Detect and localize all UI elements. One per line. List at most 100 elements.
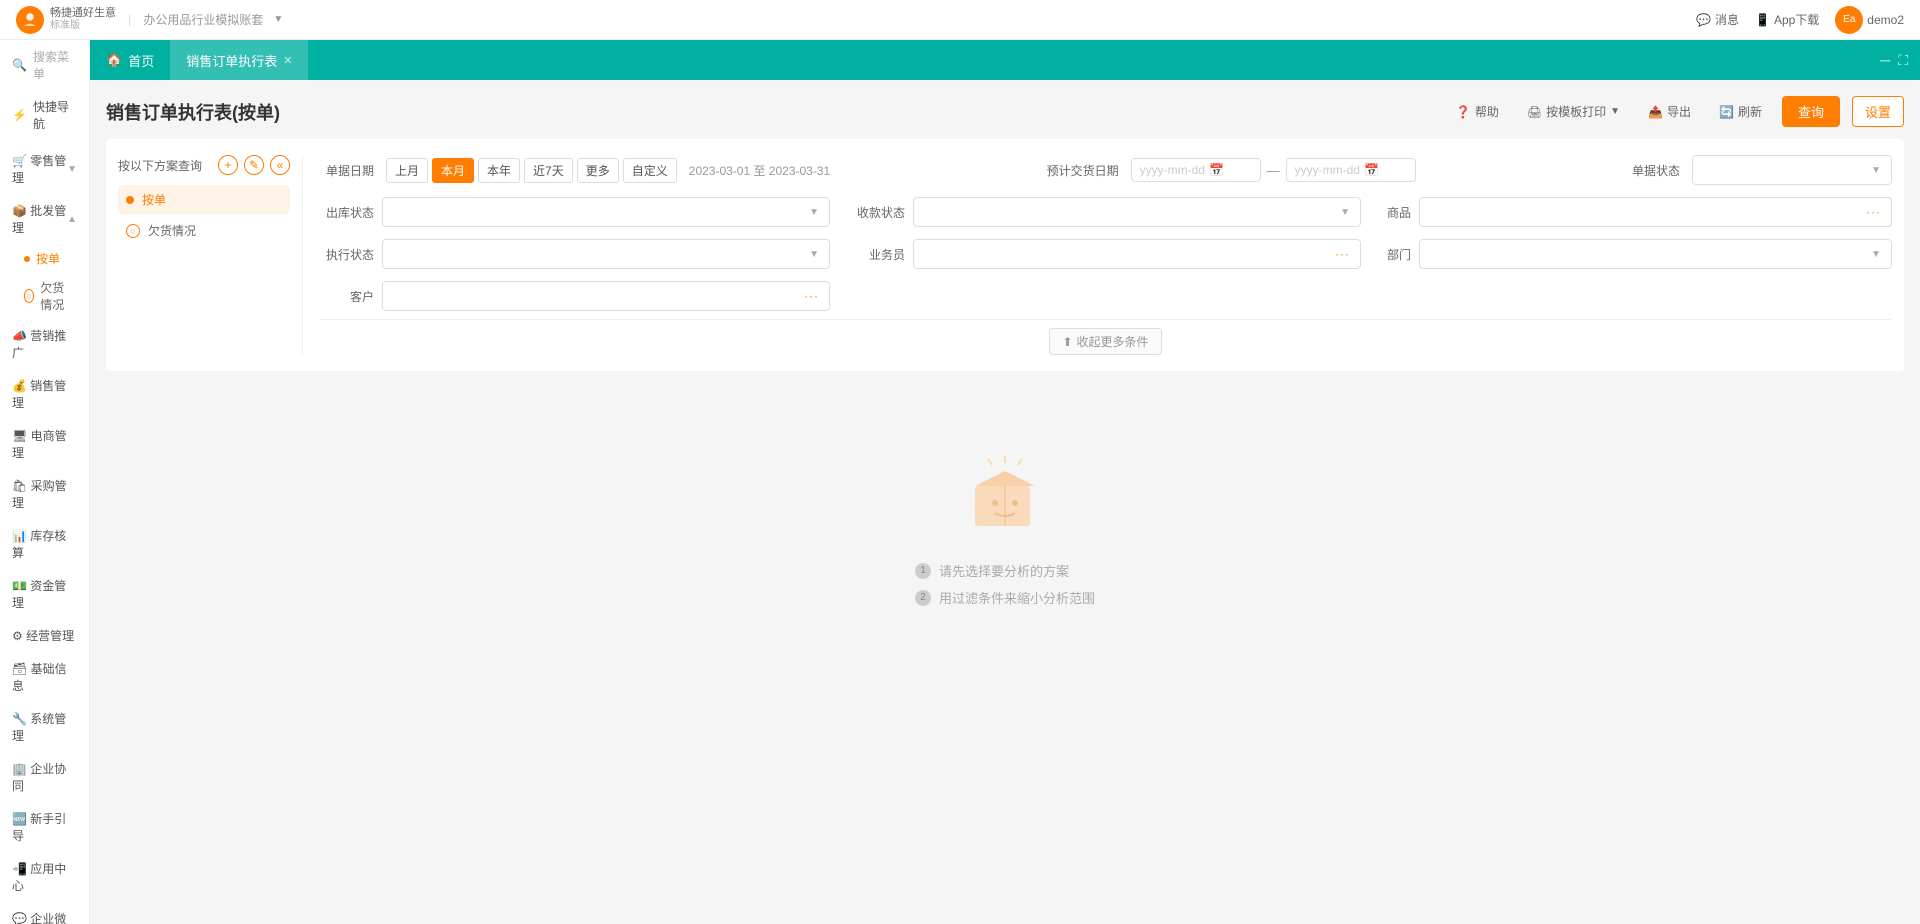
breadcrumb-dropdown-icon[interactable]: ▼	[273, 14, 283, 25]
delivery-date-end[interactable]: yyyy-mm-dd 📅	[1286, 158, 1416, 182]
salesperson-input[interactable]: ···	[913, 239, 1361, 269]
tab-minimize-icon[interactable]: ─	[1880, 52, 1890, 68]
date-btn-this-year[interactable]: 本年	[478, 158, 520, 183]
header-left: 畅捷通好生意 标准版 | 办公用品行业模拟账套 ▼	[16, 6, 283, 34]
breadcrumb: 办公用品行业模拟账套	[143, 11, 263, 28]
print-btn[interactable]: 🖨 按模板打印 ▼	[1519, 99, 1628, 124]
search-icon: 🔍	[12, 58, 27, 72]
retail-chevron-icon: ▼	[67, 164, 77, 175]
query-btn[interactable]: 查询	[1782, 96, 1840, 127]
date-btn-more[interactable]: 更多	[577, 158, 619, 183]
filter-row-2: 出库状态 ▼ 收款状态 ▼	[319, 197, 1892, 227]
filter-row-4: 客户 ···	[319, 281, 1892, 311]
sidebar-item-marketing[interactable]: 📣 营销推广	[0, 319, 89, 369]
sidebar-item-base[interactable]: 🗃 基础信息	[0, 652, 89, 702]
sidebar-item-sales[interactable]: 💰 销售管理	[0, 369, 89, 419]
scheme-dot-icon	[126, 196, 134, 204]
collapse-up-icon: ⬆	[1062, 335, 1072, 349]
tab-sales-order-exec[interactable]: 销售订单执行表 ✕	[170, 40, 308, 80]
help-btn[interactable]: ❓ 帮助	[1448, 99, 1507, 124]
settings-btn[interactable]: 设置	[1852, 96, 1904, 127]
sidebar-item-wechat[interactable]: 💬 企业微信	[0, 902, 89, 924]
tip-2-text: 用过滤条件来缩小分析范围	[939, 588, 1095, 607]
doc-status-select[interactable]: ▼	[1692, 155, 1892, 185]
collapse-btn[interactable]: ⬆ 收起更多条件	[1049, 328, 1161, 355]
app-download-icon: 📱	[1755, 13, 1770, 27]
dept-label: 部门	[1381, 246, 1411, 263]
sidebar-item-purchase[interactable]: 🛍 采购管理	[0, 469, 89, 519]
sidebar-subitem-orders[interactable]: 按单	[0, 244, 89, 273]
sidebar-search-menu[interactable]: 🔍 搜索菜单	[0, 40, 89, 90]
goods-input[interactable]: ···	[1419, 197, 1892, 227]
date-quick-buttons: 上月 本月 本年 近7天 更多 自定义	[386, 158, 677, 183]
message-icon: 💬	[1696, 13, 1711, 27]
tab-close-icon[interactable]: ✕	[283, 54, 292, 67]
sidebar-item-appcenter[interactable]: 📲 应用中心	[0, 852, 89, 902]
wholesale-chevron-icon: ▲	[67, 214, 77, 225]
refresh-icon: 🔄	[1719, 105, 1734, 119]
refresh-btn[interactable]: 🔄 刷新	[1711, 99, 1770, 124]
sidebar-quick-nav[interactable]: ⚡ 快捷导航	[0, 90, 89, 140]
sidebar-subitem-debt[interactable]: ○ 欠货情况	[0, 273, 89, 319]
sidebar-item-ops[interactable]: ⚙ 经营管理	[0, 619, 89, 652]
sidebar-item-sys[interactable]: 🔧 系统管理	[0, 702, 89, 752]
customer-input[interactable]: ···	[382, 281, 830, 311]
quick-nav-icon: ⚡	[12, 108, 27, 122]
orders-dot-icon	[24, 256, 30, 262]
tab-expand-icon[interactable]: ⛶	[1898, 52, 1908, 69]
delivery-date-start[interactable]: yyyy-mm-dd 📅	[1131, 158, 1261, 182]
goods-label: 商品	[1381, 204, 1411, 221]
scheme-collapse-btn[interactable]: «	[270, 155, 290, 175]
logo-icon	[16, 6, 44, 34]
home-icon: 🏠	[106, 52, 122, 68]
date-btn-7days[interactable]: 近7天	[524, 158, 573, 183]
empty-state-illustration	[960, 451, 1050, 541]
filter-item-ship: 出库状态 ▼	[319, 197, 830, 227]
goods-dots-icon: ···	[1866, 205, 1881, 219]
tab-home[interactable]: 🏠 首页	[90, 40, 170, 80]
scheme-item-orders[interactable]: 按单	[118, 185, 290, 214]
user-menu-btn[interactable]: Ea demo2	[1835, 6, 1904, 34]
filter-fields: 单据日期 上月 本月 本年 近7天 更多 自定义 2023-03-01 至 20…	[319, 155, 1892, 355]
filter-item-receipt: 收款状态 ▼	[850, 197, 1361, 227]
scheme-item-debt[interactable]: ○ 欠货情况	[118, 216, 290, 245]
sidebar-item-finance[interactable]: 💵 资金管理	[0, 569, 89, 619]
sidebar-item-stock[interactable]: 📊 库存核算	[0, 519, 89, 569]
scheme-panel-title: 按以下方案查询	[118, 157, 202, 174]
scheme-panel-header: 按以下方案查询 + ✎ «	[118, 155, 290, 175]
sidebar: 🔍 搜索菜单 ⚡ 快捷导航 🛒 零售管理 ▼ 📦 批发管理 ▲ 按单 ○	[0, 40, 90, 924]
sidebar-item-new[interactable]: 🆕 新手引导	[0, 802, 89, 852]
wholesale-sub-items: 按单 ○ 欠货情况	[0, 244, 89, 319]
sidebar-item-wholesale[interactable]: 📦 批发管理 ▲	[0, 194, 89, 244]
page-title: 销售订单执行表(按单)	[106, 99, 280, 125]
dept-select[interactable]: ▼	[1419, 239, 1892, 269]
scheme-add-btn[interactable]: +	[218, 155, 238, 175]
sidebar-item-corp[interactable]: 🏢 企业协同	[0, 752, 89, 802]
debt-circle-icon: ○	[24, 289, 34, 303]
doc-status-chevron-icon: ▼	[1871, 165, 1881, 176]
exec-status-select[interactable]: ▼	[382, 239, 830, 269]
app-download-btn[interactable]: 📱 App下载	[1755, 11, 1819, 28]
empty-state: 1 请先选择要分析的方案 2 用过滤条件来缩小分析范围	[106, 371, 1904, 687]
filter-row-3: 执行状态 ▼ 业务员 ···	[319, 239, 1892, 269]
export-icon: 📤	[1648, 105, 1663, 119]
scheme-panel: 按以下方案查询 + ✎ « 按单 ○ 欠货情况	[118, 155, 303, 355]
ship-status-chevron-icon: ▼	[809, 207, 819, 218]
message-btn[interactable]: 💬 消息	[1696, 11, 1739, 28]
date-label: 单据日期	[319, 162, 374, 179]
date-btn-this-month[interactable]: 本月	[432, 158, 474, 183]
salesperson-label: 业务员	[850, 246, 905, 263]
date-btn-last-month[interactable]: 上月	[386, 158, 428, 183]
scheme-edit-btn[interactable]: ✎	[244, 155, 264, 175]
filter-item-goods: 商品 ···	[1381, 197, 1892, 227]
date-btn-custom[interactable]: 自定义	[623, 158, 677, 183]
header-right: 💬 消息 📱 App下载 Ea demo2	[1696, 6, 1904, 34]
ship-status-select[interactable]: ▼	[382, 197, 830, 227]
filter-container: 按以下方案查询 + ✎ « 按单 ○ 欠货情况	[106, 139, 1904, 371]
receipt-status-select[interactable]: ▼	[913, 197, 1361, 227]
sidebar-item-retail[interactable]: 🛒 零售管理 ▼	[0, 144, 89, 194]
salesperson-dots-icon: ···	[1335, 247, 1350, 261]
export-btn[interactable]: 📤 导出	[1640, 99, 1699, 124]
sidebar-item-ecom[interactable]: 🖥 电商管理	[0, 419, 89, 469]
page-actions: ❓ 帮助 🖨 按模板打印 ▼ 📤 导出 🔄 刷新	[1448, 96, 1904, 127]
